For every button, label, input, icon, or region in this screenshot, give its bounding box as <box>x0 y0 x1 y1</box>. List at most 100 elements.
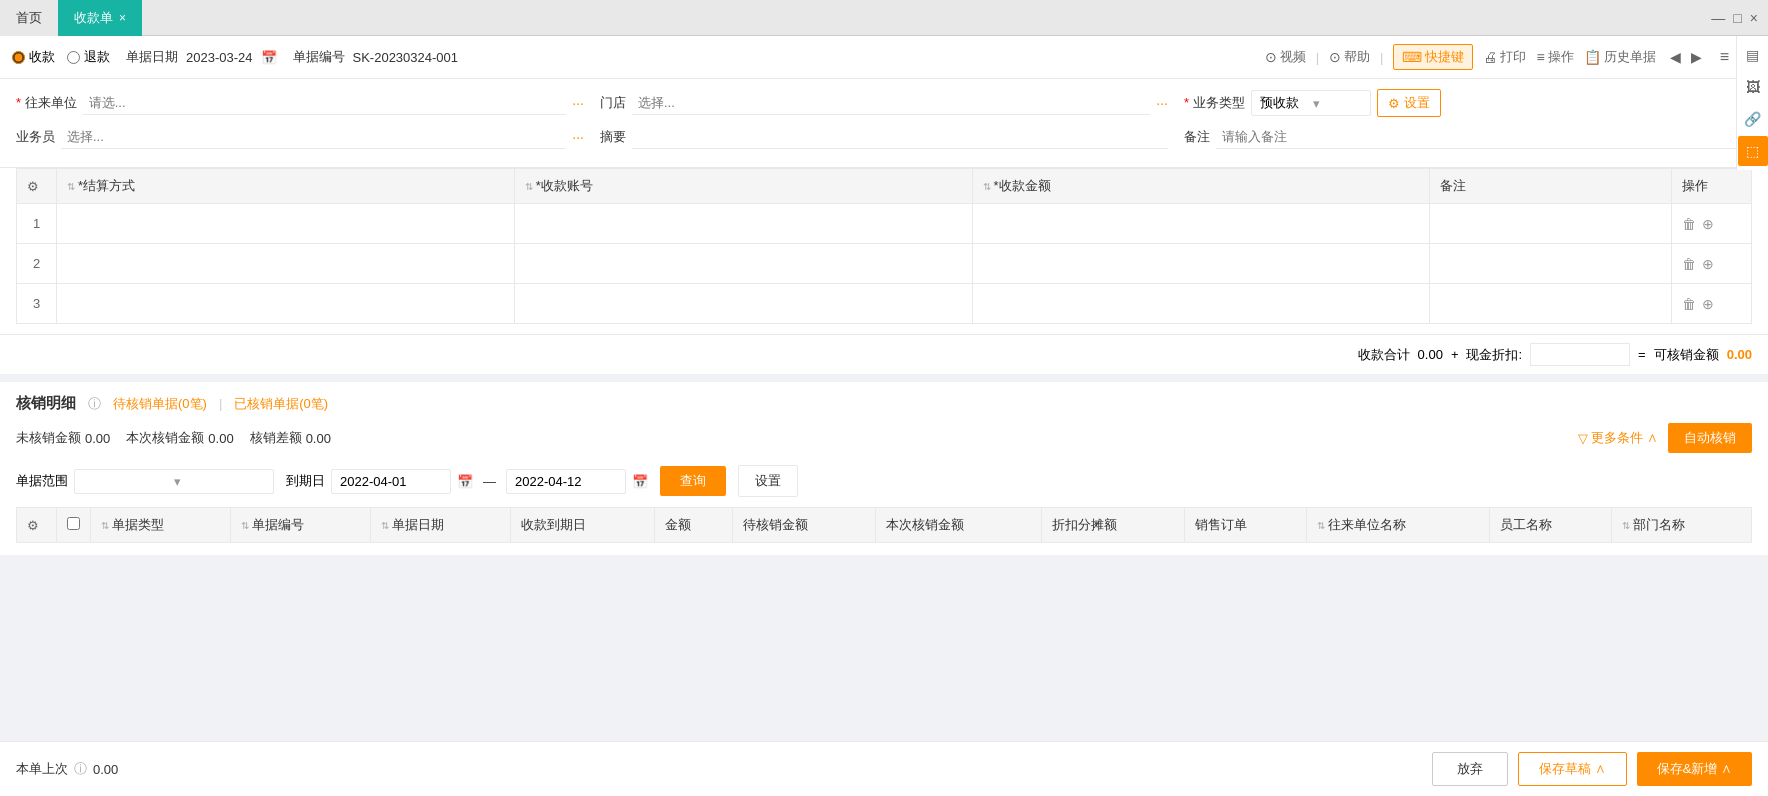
delete-icon-1[interactable]: 🗑 <box>1682 216 1696 232</box>
due-date-start[interactable] <box>331 469 451 494</box>
summary-input[interactable] <box>632 125 1168 149</box>
save-draft-button[interactable]: 保存草稿 ∧ <box>1518 752 1627 786</box>
nav-next-icon[interactable]: ▶ <box>1687 47 1706 67</box>
calendar-start-icon[interactable]: 📅 <box>457 474 473 489</box>
operation-btn[interactable]: ≡ 操作 <box>1536 48 1573 66</box>
bth-counterparty: ⇅ 往来单位名称 <box>1306 508 1489 543</box>
radio-refund[interactable]: 退款 <box>67 48 110 66</box>
list-view-icon[interactable]: ≡ <box>1716 46 1733 69</box>
sidebar-table-icon[interactable]: ▤ <box>1738 40 1768 70</box>
store-more-btn[interactable]: ··· <box>1156 95 1168 111</box>
settings-button[interactable]: ⚙ 设置 <box>1377 89 1441 117</box>
completed-tab[interactable]: 已核销单据(0笔) <box>234 395 328 413</box>
counterparty-more-btn[interactable]: ··· <box>572 95 584 111</box>
bth-doctype: ⇅ 单据类型 <box>91 508 231 543</box>
copy-icon-2[interactable]: ⊕ <box>1702 256 1714 272</box>
sort-icon: ⇅ <box>67 181 75 192</box>
salesman-more-btn[interactable]: ··· <box>572 129 584 145</box>
tab-home[interactable]: 首页 <box>0 0 58 36</box>
form-row-1: * 往来单位 ··· 门店 ··· * 业务类型 预收款 ▾ ⚙ 设置 <box>16 89 1752 117</box>
row2-remark[interactable] <box>1430 244 1672 284</box>
save-new-button[interactable]: 保存&新增 ∧ <box>1637 752 1752 786</box>
row3-remark[interactable] <box>1430 284 1672 324</box>
radio-receipt-label: 收款 <box>29 48 55 66</box>
remarks-input[interactable] <box>1216 125 1752 149</box>
salesman-input[interactable] <box>61 125 566 149</box>
verify-header: 核销明细 ⓘ 待核销单据(0笔) | 已核销单据(0笔) <box>16 394 1752 413</box>
row3-settle[interactable] <box>57 284 515 324</box>
toolbar-right: ⊙ 视频 | ⊙ 帮助 | ⌨ 快捷键 🖨 打印 ≡ 操作 📋 历史单据 ◀ ▶ <box>1265 44 1756 70</box>
tab-close-icon[interactable]: × <box>119 11 126 25</box>
copy-icon-3[interactable]: ⊕ <box>1702 296 1714 312</box>
doc-num-value: SK-20230324-001 <box>353 50 459 65</box>
filter-icon: ▽ <box>1578 431 1588 446</box>
calendar-end-icon[interactable]: 📅 <box>632 474 648 489</box>
receipt-table: ⚙ ⇅ *结算方式 ⇅ *收款账号 ⇅ <box>16 168 1752 324</box>
video-btn[interactable]: ⊙ 视频 <box>1265 48 1306 66</box>
toolbar: 收款 退款 单据日期 2023-03-24 📅 单据编号 SK-20230324… <box>0 36 1768 79</box>
row1-account[interactable] <box>514 204 972 244</box>
delete-icon-2[interactable]: 🗑 <box>1682 256 1696 272</box>
counterparty-input[interactable] <box>83 91 567 115</box>
more-filter-btn[interactable]: ▽ 更多条件 ∧ <box>1578 429 1658 447</box>
pending-tab[interactable]: 待核销单据(0笔) <box>113 395 207 413</box>
nav-prev-icon[interactable]: ◀ <box>1666 47 1685 67</box>
row2-settle[interactable] <box>57 244 515 284</box>
window-close-icon[interactable]: × <box>1750 10 1758 26</box>
auto-verify-button[interactable]: 自动核销 <box>1668 423 1752 453</box>
row1-settle[interactable] <box>57 204 515 244</box>
query-button[interactable]: 查询 <box>660 466 726 496</box>
delete-icon-3[interactable]: 🗑 <box>1682 296 1696 312</box>
discount-input[interactable] <box>1530 343 1630 366</box>
print-btn[interactable]: 🖨 打印 <box>1483 48 1526 66</box>
doc-range-select[interactable]: ▾ <box>74 469 274 494</box>
store-input[interactable] <box>632 91 1150 115</box>
shortcut-btn[interactable]: ⌨ 快捷键 <box>1393 44 1473 70</box>
maximize-icon[interactable]: □ <box>1733 10 1741 26</box>
row2-account[interactable] <box>514 244 972 284</box>
select-all-checkbox[interactable] <box>67 517 80 530</box>
minimize-icon[interactable]: — <box>1711 10 1725 26</box>
help-icon: ⊙ <box>1329 49 1341 65</box>
due-date-end[interactable] <box>506 469 626 494</box>
sort-icon3: ⇅ <box>983 181 991 192</box>
sidebar-link-icon[interactable]: 🔗 <box>1738 104 1768 134</box>
batch-info-icon[interactable]: ⓘ <box>74 760 87 778</box>
tab-receipt[interactable]: 收款单 × <box>58 0 142 36</box>
table-settings-icon[interactable]: ⚙ <box>27 179 39 194</box>
footer-info: 本单上次 ⓘ 0.00 <box>16 760 118 778</box>
row2-amount[interactable] <box>972 244 1430 284</box>
bth-dept: ⇅ 部门名称 <box>1611 508 1751 543</box>
radio-receipt-input[interactable] <box>12 51 25 64</box>
business-type-select[interactable]: 预收款 ▾ <box>1251 90 1371 116</box>
sidebar-expand-icon[interactable]: ⬚ <box>1738 136 1768 166</box>
row3-account[interactable] <box>514 284 972 324</box>
row1-remark[interactable] <box>1430 204 1672 244</box>
history-btn[interactable]: 📋 历史单据 <box>1584 48 1656 66</box>
copy-icon-1[interactable]: ⊕ <box>1702 216 1714 232</box>
settings-gear-icon: ⚙ <box>1388 96 1400 111</box>
radio-receipt[interactable]: 收款 <box>12 48 55 66</box>
discard-button[interactable]: 放弃 <box>1432 752 1508 786</box>
row3-amount[interactable] <box>972 284 1430 324</box>
tab-separator: | <box>219 396 222 411</box>
bottom-table-settings-icon[interactable]: ⚙ <box>27 518 39 533</box>
verify-section: 核销明细 ⓘ 待核销单据(0笔) | 已核销单据(0笔) 未核销金额 0.00 … <box>0 382 1768 555</box>
radio-refund-input[interactable] <box>67 51 80 64</box>
row1-amount[interactable] <box>972 204 1430 244</box>
business-type-value: 预收款 <box>1260 94 1309 112</box>
required-mark: * <box>16 95 21 110</box>
tab-receipt-label: 收款单 <box>74 9 113 27</box>
remarks-field: 备注 <box>1184 125 1752 149</box>
tab-home-label: 首页 <box>16 9 42 27</box>
total-label: 收款合计 <box>1358 346 1410 364</box>
calendar-icon[interactable]: 📅 <box>261 50 277 65</box>
bth-docnum: ⇅ 单据编号 <box>231 508 371 543</box>
bth-discount: 折扣分摊额 <box>1041 508 1184 543</box>
verify-info-icon[interactable]: ⓘ <box>88 395 101 413</box>
help-btn[interactable]: ⊙ 帮助 <box>1329 48 1370 66</box>
verify-settings-button[interactable]: 设置 <box>738 465 798 497</box>
tab-bar: 首页 收款单 × — □ × <box>0 0 1768 36</box>
row-num-1: 1 <box>17 204 57 244</box>
sidebar-image-icon[interactable]: 🖼 <box>1738 72 1768 102</box>
